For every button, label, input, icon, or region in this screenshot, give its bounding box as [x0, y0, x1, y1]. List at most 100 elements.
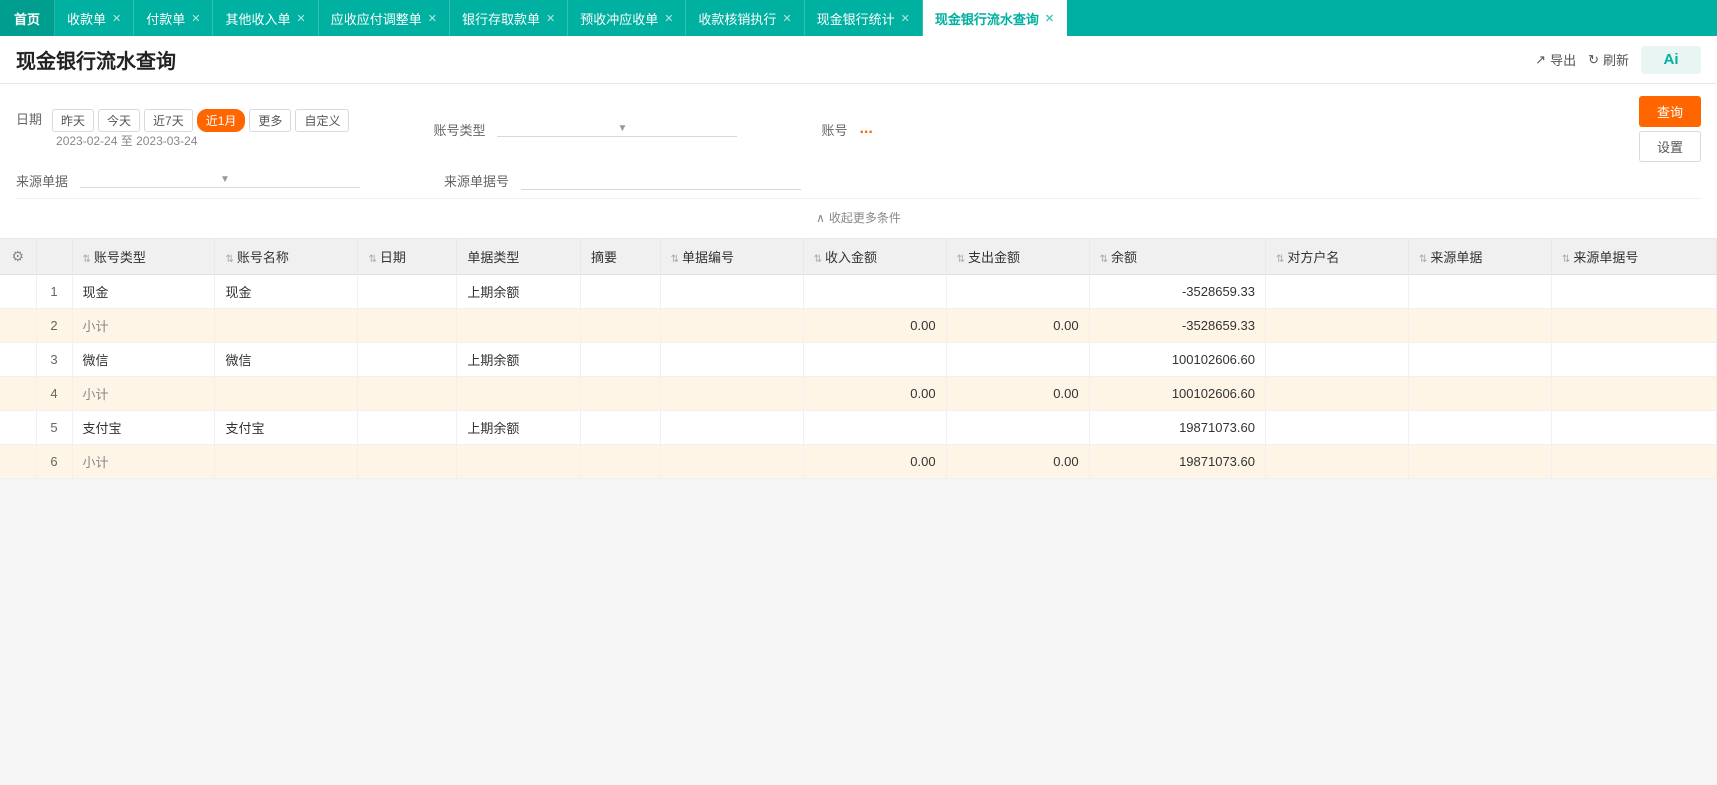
close-icon[interactable]: ✕: [297, 12, 306, 25]
col-header-counterpart[interactable]: ⇅对方户名: [1265, 239, 1408, 275]
collapse-icon: ∧: [816, 211, 825, 225]
col-header-source_doc_no[interactable]: ⇅来源单据号: [1551, 239, 1716, 275]
account-type-select[interactable]: ▼: [497, 121, 737, 137]
cell-income: 0.00: [803, 309, 946, 343]
cell-row_num: 6: [36, 445, 72, 479]
col-header-balance[interactable]: ⇅余额: [1089, 239, 1265, 275]
refresh-button[interactable]: ↻ 刷新: [1588, 50, 1629, 69]
account-type-dropdown-arrow: ▼: [617, 123, 733, 134]
source-doc-label: 来源单据: [16, 171, 68, 190]
export-button[interactable]: ↗ 导出: [1535, 50, 1576, 69]
close-icon[interactable]: ✕: [191, 12, 200, 25]
date-option-button[interactable]: 自定义: [295, 109, 349, 132]
cell-doc_type: 上期余额: [457, 343, 581, 377]
data-table: ⚙⇅账号类型⇅账号名称⇅日期单据类型摘要⇅单据编号⇅收入金额⇅支出金额⇅余额⇅对…: [0, 239, 1717, 479]
cell-account_type: 小计: [72, 309, 215, 343]
date-option-button[interactable]: 昨天: [52, 109, 94, 132]
cell-doc_no: [660, 275, 803, 309]
col-header-summary: 摘要: [581, 239, 661, 275]
col-header-settings: ⚙: [0, 239, 36, 275]
cell-doc_type: [457, 377, 581, 411]
cell-account_name: [215, 309, 358, 343]
close-icon[interactable]: ✕: [546, 12, 555, 25]
account-filter: 账号 ...: [821, 120, 872, 139]
cell-summary: [581, 377, 661, 411]
cell-date: [358, 411, 457, 445]
cell-account_name: 支付宝: [215, 411, 358, 445]
cell-balance: 19871073.60: [1089, 445, 1265, 479]
close-icon[interactable]: ✕: [782, 12, 791, 25]
close-icon[interactable]: ✕: [428, 12, 437, 25]
cell-row_num: 4: [36, 377, 72, 411]
table-row: 6小计0.000.0019871073.60: [0, 445, 1717, 479]
refresh-icon: ↻: [1588, 52, 1599, 68]
date-option-button[interactable]: 今天: [98, 109, 140, 132]
source-doc-no-filter: 来源单据号: [444, 170, 801, 190]
col-header-account_type[interactable]: ⇅账号类型: [72, 239, 215, 275]
cell-settings: [0, 275, 36, 309]
cell-source_doc_no: [1551, 411, 1716, 445]
collapse-button[interactable]: ∧ 收起更多条件: [16, 209, 1701, 226]
table-row: 4小计0.000.00100102606.60: [0, 377, 1717, 411]
col-header-account_name[interactable]: ⇅账号名称: [215, 239, 358, 275]
col-header-expense[interactable]: ⇅支出金额: [946, 239, 1089, 275]
date-option-button[interactable]: 更多: [249, 109, 291, 132]
sort-arrows: ⇅: [1562, 254, 1570, 265]
col-header-doc_no[interactable]: ⇅单据编号: [660, 239, 803, 275]
cell-source_doc_no: [1551, 445, 1716, 479]
header-bar: 现金银行流水查询 ↗ 导出 ↻ 刷新 Ai: [0, 36, 1717, 84]
cell-source_doc: [1408, 343, 1551, 377]
table-container: ⚙⇅账号类型⇅账号名称⇅日期单据类型摘要⇅单据编号⇅收入金额⇅支出金额⇅余额⇅对…: [0, 239, 1717, 479]
cell-summary: [581, 411, 661, 445]
nav-tab[interactable]: 现金银行统计✕: [805, 0, 923, 36]
date-filter-label: 日期: [16, 109, 42, 128]
cell-counterpart: [1265, 445, 1408, 479]
nav-tab[interactable]: 预收冲应收单✕: [568, 0, 686, 36]
nav-tab[interactable]: 现金银行流水查询✕: [923, 0, 1067, 36]
close-icon[interactable]: ✕: [112, 12, 121, 25]
cell-balance: 100102606.60: [1089, 377, 1265, 411]
table-header: ⚙⇅账号类型⇅账号名称⇅日期单据类型摘要⇅单据编号⇅收入金额⇅支出金额⇅余额⇅对…: [0, 239, 1717, 275]
settings-button[interactable]: 设置: [1639, 131, 1701, 162]
cell-source_doc: [1408, 445, 1551, 479]
cell-source_doc: [1408, 411, 1551, 445]
col-header-income[interactable]: ⇅收入金额: [803, 239, 946, 275]
close-icon[interactable]: ✕: [664, 12, 673, 25]
nav-tab[interactable]: 收款核销执行✕: [686, 0, 804, 36]
cell-source_doc_no: [1551, 377, 1716, 411]
col-header-date[interactable]: ⇅日期: [358, 239, 457, 275]
cell-counterpart: [1265, 309, 1408, 343]
nav-tab[interactable]: 应收应付调整单✕: [319, 0, 450, 36]
close-icon[interactable]: ✕: [1045, 12, 1054, 25]
date-buttons: 昨天今天近7天近1月更多自定义: [52, 109, 349, 132]
date-filter-group: 日期 昨天今天近7天近1月更多自定义 2023-02-24 至 2023-03-…: [16, 109, 349, 149]
nav-tab[interactable]: 收款单✕: [55, 0, 134, 36]
nav-tab-home[interactable]: 首页: [0, 0, 55, 36]
header-actions: ↗ 导出 ↻ 刷新 Ai: [1535, 46, 1701, 74]
date-option-button[interactable]: 近7天: [144, 109, 193, 132]
nav-tab[interactable]: 其他收入单✕: [213, 0, 318, 36]
cell-balance: 19871073.60: [1089, 411, 1265, 445]
cell-account_type: 现金: [72, 275, 215, 309]
date-option-button[interactable]: 近1月: [197, 109, 246, 132]
gear-icon[interactable]: ⚙: [11, 248, 24, 264]
close-icon[interactable]: ✕: [901, 12, 910, 25]
col-header-source_doc[interactable]: ⇅来源单据: [1408, 239, 1551, 275]
cell-counterpart: [1265, 411, 1408, 445]
cell-source_doc: [1408, 275, 1551, 309]
sort-arrows: ⇅: [83, 254, 91, 265]
source-doc-select[interactable]: ▼: [80, 172, 360, 188]
cell-summary: [581, 275, 661, 309]
query-button[interactable]: 查询: [1639, 96, 1701, 127]
ai-badge[interactable]: Ai: [1641, 46, 1701, 74]
nav-tab[interactable]: 银行存取款单✕: [450, 0, 568, 36]
cell-income: 0.00: [803, 377, 946, 411]
nav-tab[interactable]: 付款单✕: [134, 0, 213, 36]
cell-balance: -3528659.33: [1089, 309, 1265, 343]
account-ellipsis-button[interactable]: ...: [859, 120, 872, 138]
page-title: 现金银行流水查询: [16, 45, 176, 74]
date-range-display: 2023-02-24 至 2023-03-24: [56, 132, 349, 149]
cell-doc_type: [457, 445, 581, 479]
source-doc-no-input[interactable]: [521, 170, 801, 190]
table-body: 1现金现金上期余额-3528659.332小计0.000.00-3528659.…: [0, 275, 1717, 479]
